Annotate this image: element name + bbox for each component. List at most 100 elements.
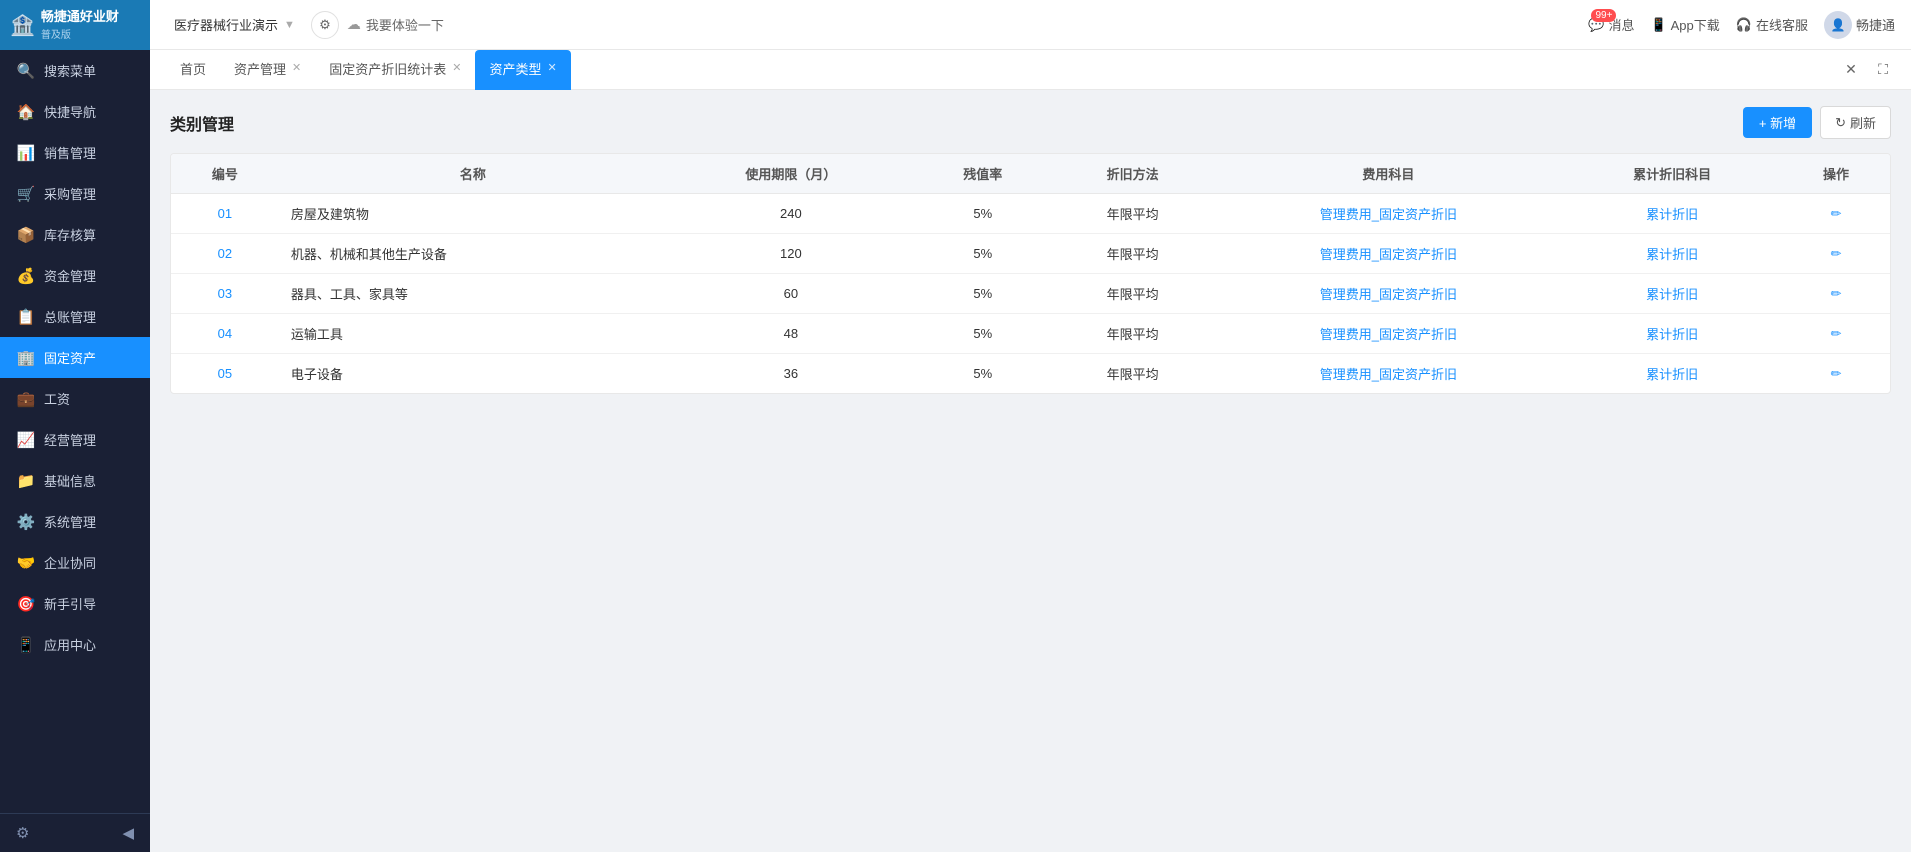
col-操作: 操作 — [1782, 154, 1890, 194]
row-acc-subject-0: 累计折旧 — [1562, 194, 1782, 234]
sidebar-icon-quick-nav: 🏠 — [16, 103, 36, 121]
sidebar-item-system[interactable]: ⚙️系统管理 — [0, 501, 150, 542]
sidebar-item-enterprise[interactable]: 🤝企业协同 — [0, 542, 150, 583]
sidebar-item-operations[interactable]: 📈经营管理 — [0, 419, 150, 460]
sidebar-item-basic-info[interactable]: 📁 基础信息 — [0, 460, 150, 501]
sidebar-item-purchase[interactable]: 🛒 采购管理 — [0, 173, 150, 214]
page-title: 类别管理 — [170, 111, 234, 135]
sidebar-label-quick-nav: 快捷导航 — [44, 102, 96, 121]
new-button[interactable]: + 新增 — [1743, 107, 1812, 138]
row-name-3: 运输工具 — [279, 314, 667, 354]
sidebar-item-guide[interactable]: 🎯新手引导 — [0, 583, 150, 624]
customer-service-label: 在线客服 — [1756, 15, 1808, 34]
sidebar-icon-purchase: 🛒 — [16, 185, 36, 203]
row-action-2[interactable]: ✏ — [1782, 274, 1890, 314]
col-累计折旧科目: 累计折旧科目 — [1562, 154, 1782, 194]
refresh-button[interactable]: ↻ 刷新 — [1820, 106, 1891, 139]
company-name: 医疗器械行业演示 — [174, 15, 278, 34]
tab-depreciation-table[interactable]: 固定资产折旧统计表 ✕ — [315, 50, 475, 90]
tab-asset-mgmt[interactable]: 资产管理✕ — [220, 50, 315, 90]
row-method-2: 年限平均 — [1051, 274, 1215, 314]
main-area: 医疗器械行业演示 ▼ ⚙ ☁ 我要体验一下 💬99+消息 📱App下载 🎧在线客服 👤… — [150, 0, 1911, 852]
row-residual-3: 5% — [915, 314, 1051, 354]
row-code-4: 05 — [171, 354, 279, 394]
tab-home[interactable]: 首页 — [166, 50, 220, 90]
topbar-action-customer-service[interactable]: 🎧在线客服 — [1736, 15, 1808, 34]
company-selector[interactable]: 医疗器械行业演示 ▼ — [166, 11, 303, 38]
tab-close-asset-mgmt[interactable]: ✕ — [292, 63, 301, 74]
col-名称: 名称 — [279, 154, 667, 194]
tab-close-asset-type[interactable]: ✕ — [548, 63, 557, 74]
sidebar-label-app-center: 应用中心 — [44, 635, 96, 654]
tab-close-depreciation-table[interactable]: ✕ — [452, 63, 461, 74]
sidebar-item-search[interactable]: 🔍搜索菜单 — [0, 50, 150, 91]
category-table: 编号名称使用期限（月）残值率折旧方法费用科目累计折旧科目操作 01房屋及建筑物2… — [171, 154, 1890, 393]
try-button[interactable]: ☁ 我要体验一下 — [347, 15, 444, 34]
row-name-1: 机器、机械和其他生产设备 — [279, 234, 667, 274]
tab-expand-btn[interactable]: ⛶ — [1871, 58, 1895, 82]
row-period-3: 48 — [667, 314, 915, 354]
tab-asset-type[interactable]: 资产类型✕ — [475, 50, 570, 90]
sidebar-logo: 🏦 畅捷通好业财 普及版 — [0, 0, 150, 50]
sidebar-label-sales: 销售管理 — [44, 143, 96, 162]
row-code-1: 02 — [171, 234, 279, 274]
row-acc-subject-4: 累计折旧 — [1562, 354, 1782, 394]
user-avatar: 👤 — [1824, 11, 1852, 39]
user-label: 畅捷通 — [1856, 15, 1895, 34]
sidebar-label-ledger: 总账管理 — [44, 307, 96, 326]
row-acc-subject-1: 累计折旧 — [1562, 234, 1782, 274]
sidebar-icon-operations: 📈 — [16, 431, 36, 449]
col-费用科目: 费用科目 — [1215, 154, 1563, 194]
settings-icon[interactable]: ⚙ — [16, 824, 29, 842]
row-name-0: 房屋及建筑物 — [279, 194, 667, 234]
sidebar-icon-fixed-assets: 🏢 — [16, 349, 36, 367]
sidebar-label-fixed-assets: 固定资产 — [44, 348, 96, 367]
sidebar-footer: ⚙ ◀ — [0, 813, 150, 852]
collapse-icon[interactable]: ◀ — [122, 824, 134, 842]
tabbar-controls: ✕ ⛶ — [1839, 58, 1895, 82]
sidebar-item-inventory[interactable]: 📦 库存核算 — [0, 214, 150, 255]
dropdown-icon: ▼ — [284, 19, 295, 31]
header-actions: + 新增 ↻ 刷新 — [1743, 106, 1891, 139]
sidebar-label-capital: 资金管理 — [44, 266, 96, 285]
sidebar-label-purchase: 采购管理 — [44, 184, 96, 203]
row-code-0: 01 — [171, 194, 279, 234]
sidebar-item-fixed-assets[interactable]: 🏢 固定资产 — [0, 337, 150, 378]
refresh-icon: ↻ — [1835, 115, 1846, 131]
sidebar-item-app-center[interactable]: 📱应用中心 — [0, 624, 150, 665]
tab-close-btn[interactable]: ✕ — [1839, 58, 1863, 82]
row-period-4: 36 — [667, 354, 915, 394]
sidebar-icon-inventory: 📦 — [16, 226, 36, 244]
row-method-4: 年限平均 — [1051, 354, 1215, 394]
row-name-2: 器具、工具、家具等 — [279, 274, 667, 314]
col-折旧方法: 折旧方法 — [1051, 154, 1215, 194]
topbar-action-messages[interactable]: 💬99+消息 — [1588, 15, 1634, 34]
row-action-0[interactable]: ✏ — [1782, 194, 1890, 234]
sidebar-item-ledger[interactable]: 📋总账管理 — [0, 296, 150, 337]
tab-label-depreciation-table: 固定资产折旧统计表 — [329, 59, 446, 78]
sidebar-item-salary[interactable]: 💼工资 — [0, 378, 150, 419]
row-action-3[interactable]: ✏ — [1782, 314, 1890, 354]
sidebar-icon-guide: 🎯 — [16, 595, 36, 613]
table-row: 05电子设备365%年限平均管理费用_固定资产折旧累计折旧✏ — [171, 354, 1890, 394]
row-acc-subject-2: 累计折旧 — [1562, 274, 1782, 314]
sidebar-item-capital[interactable]: 💰资金管理 — [0, 255, 150, 296]
sidebar-item-quick-nav[interactable]: 🏠 快捷导航 — [0, 91, 150, 132]
row-method-0: 年限平均 — [1051, 194, 1215, 234]
row-action-1[interactable]: ✏ — [1782, 234, 1890, 274]
row-method-3: 年限平均 — [1051, 314, 1215, 354]
sidebar-icon-basic-info: 📁 — [16, 472, 36, 490]
settings-button[interactable]: ⚙ — [311, 11, 339, 39]
messages-icon: 💬99+ — [1588, 17, 1604, 33]
sidebar-item-sales[interactable]: 📊销售管理 — [0, 132, 150, 173]
sidebar-label-search: 搜索菜单 — [44, 61, 96, 80]
topbar-action-user[interactable]: 👤畅捷通 — [1824, 11, 1895, 39]
row-action-4[interactable]: ✏ — [1782, 354, 1890, 394]
topbar-action-app-download[interactable]: 📱App下载 — [1650, 15, 1719, 34]
sidebar-label-inventory: 库存核算 — [44, 225, 96, 244]
sidebar-label-salary: 工资 — [44, 389, 70, 408]
sidebar-label-basic-info: 基础信息 — [44, 471, 96, 490]
row-period-2: 60 — [667, 274, 915, 314]
app-download-icon: 📱 — [1650, 17, 1666, 33]
sidebar-icon-enterprise: 🤝 — [16, 554, 36, 572]
